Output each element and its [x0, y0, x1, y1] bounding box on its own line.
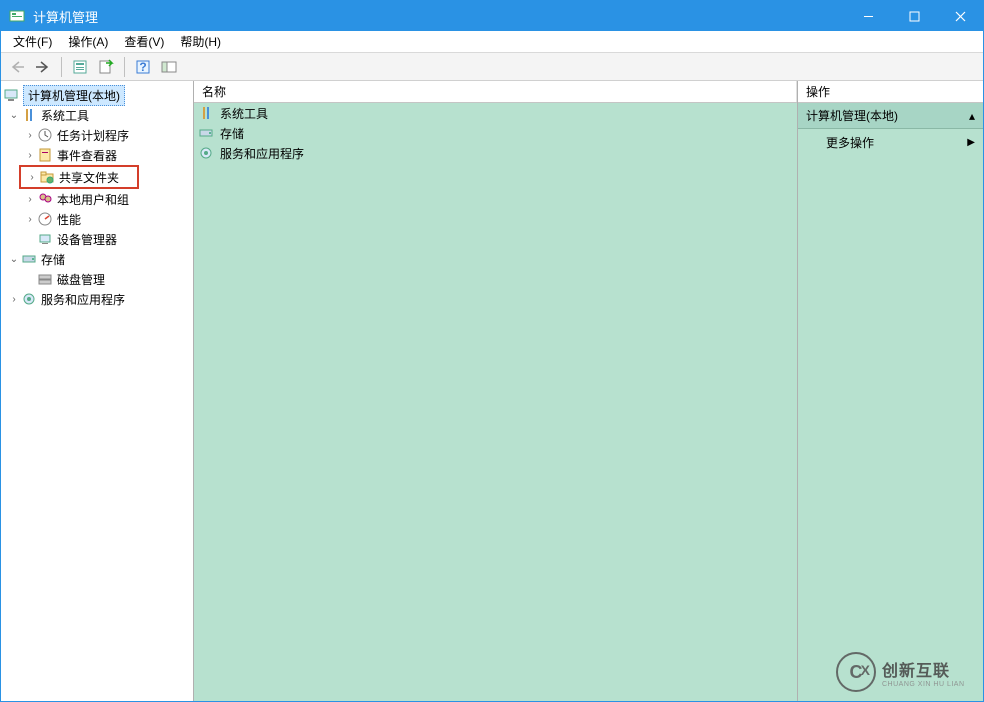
storage-icon [21, 251, 37, 267]
tree-device-manager[interactable]: 设备管理器 [1, 229, 193, 249]
close-button[interactable] [937, 1, 983, 31]
tree-task-scheduler[interactable]: › 任务计划程序 [1, 125, 193, 145]
menu-file[interactable]: 文件(F) [5, 31, 60, 52]
list-item-services-apps[interactable]: 服务和应用程序 [194, 143, 797, 163]
collapse-icon[interactable]: ⌄ [7, 254, 21, 265]
menu-view[interactable]: 查看(V) [116, 31, 172, 52]
tree-event-viewer[interactable]: › 事件查看器 [1, 145, 193, 165]
menu-help[interactable]: 帮助(H) [172, 31, 229, 52]
tree-services-apps[interactable]: › 服务和应用程序 [1, 289, 193, 309]
disk-icon [37, 271, 53, 287]
actions-item-label: 更多操作 [826, 134, 874, 151]
collapse-icon[interactable]: ⌄ [7, 110, 21, 121]
shared-folder-icon [39, 169, 55, 185]
tree-shared-folders[interactable]: › 共享文件夹 [21, 167, 137, 187]
expand-icon[interactable]: › [23, 150, 37, 161]
storage-icon [198, 125, 214, 141]
titlebar: 计算机管理 [1, 1, 983, 31]
maximize-button[interactable] [891, 1, 937, 31]
expand-icon[interactable]: › [23, 130, 37, 141]
clock-icon [37, 127, 53, 143]
actions-panel: 操作 计算机管理(本地) ▴ 更多操作 ▶ [798, 81, 983, 701]
forward-button[interactable] [31, 55, 55, 79]
tools-icon [21, 107, 37, 123]
toolbar-separator [124, 57, 125, 77]
tree-performance[interactable]: › 性能 [1, 209, 193, 229]
back-button[interactable] [5, 55, 29, 79]
services-icon [198, 145, 214, 161]
tree-panel[interactable]: 计算机管理(本地) ⌄ 系统工具 › 任务计划程序 › 事件查看器 › [1, 81, 194, 701]
properties-button[interactable] [68, 55, 92, 79]
window-controls [845, 1, 983, 31]
expand-icon[interactable]: › [25, 172, 39, 183]
show-hide-button[interactable] [157, 55, 181, 79]
tree-disk-management[interactable]: 磁盘管理 [1, 269, 193, 289]
event-icon [37, 147, 53, 163]
chevron-right-icon: ▶ [967, 137, 975, 148]
collapse-icon[interactable]: ▴ [969, 109, 975, 123]
highlight-annotation: › 共享文件夹 [19, 165, 139, 189]
list-item-storage[interactable]: 存储 [194, 123, 797, 143]
performance-icon [37, 211, 53, 227]
main-area: 计算机管理(本地) ⌄ 系统工具 › 任务计划程序 › 事件查看器 › [1, 81, 983, 701]
list-item-label: 服务和应用程序 [220, 145, 304, 162]
actions-more[interactable]: 更多操作 ▶ [798, 129, 983, 156]
actions-section-label: 计算机管理(本地) [806, 107, 898, 124]
expand-icon[interactable]: › [7, 294, 21, 305]
content-column-header[interactable]: 名称 [194, 81, 797, 103]
toolbar: ? [1, 53, 983, 81]
expand-icon[interactable]: › [23, 194, 37, 205]
menubar: 文件(F) 操作(A) 查看(V) 帮助(H) [1, 31, 983, 53]
content-panel: 名称 系统工具 存储 服务和应用程序 [194, 81, 798, 701]
expand-icon[interactable]: › [23, 214, 37, 225]
tools-icon [198, 105, 214, 121]
users-icon [37, 191, 53, 207]
list-item-system-tools[interactable]: 系统工具 [194, 103, 797, 123]
content-body[interactable]: 系统工具 存储 服务和应用程序 [194, 103, 797, 701]
list-item-label: 存储 [220, 125, 244, 142]
app-icon [9, 8, 25, 24]
tree-system-tools[interactable]: ⌄ 系统工具 [1, 105, 193, 125]
tree-local-users[interactable]: › 本地用户和组 [1, 189, 193, 209]
toolbar-separator [61, 57, 62, 77]
column-name[interactable]: 名称 [194, 81, 797, 102]
list-item-label: 系统工具 [220, 105, 268, 122]
menu-action[interactable]: 操作(A) [60, 31, 116, 52]
tree-storage[interactable]: ⌄ 存储 [1, 249, 193, 269]
computer-icon [3, 87, 19, 103]
actions-body: 计算机管理(本地) ▴ 更多操作 ▶ [798, 103, 983, 701]
actions-section-header[interactable]: 计算机管理(本地) ▴ [798, 103, 983, 129]
export-button[interactable] [94, 55, 118, 79]
help-button[interactable]: ? [131, 55, 155, 79]
tree-root[interactable]: 计算机管理(本地) [1, 85, 193, 105]
device-icon [37, 231, 53, 247]
actions-header: 操作 [798, 81, 983, 103]
window-root: 计算机管理 文件(F) 操作(A) 查看(V) 帮助(H) ? 计算机管理(本地… [0, 0, 984, 702]
window-title: 计算机管理 [31, 7, 845, 26]
services-icon [21, 291, 37, 307]
minimize-button[interactable] [845, 1, 891, 31]
svg-text:?: ? [139, 60, 146, 74]
